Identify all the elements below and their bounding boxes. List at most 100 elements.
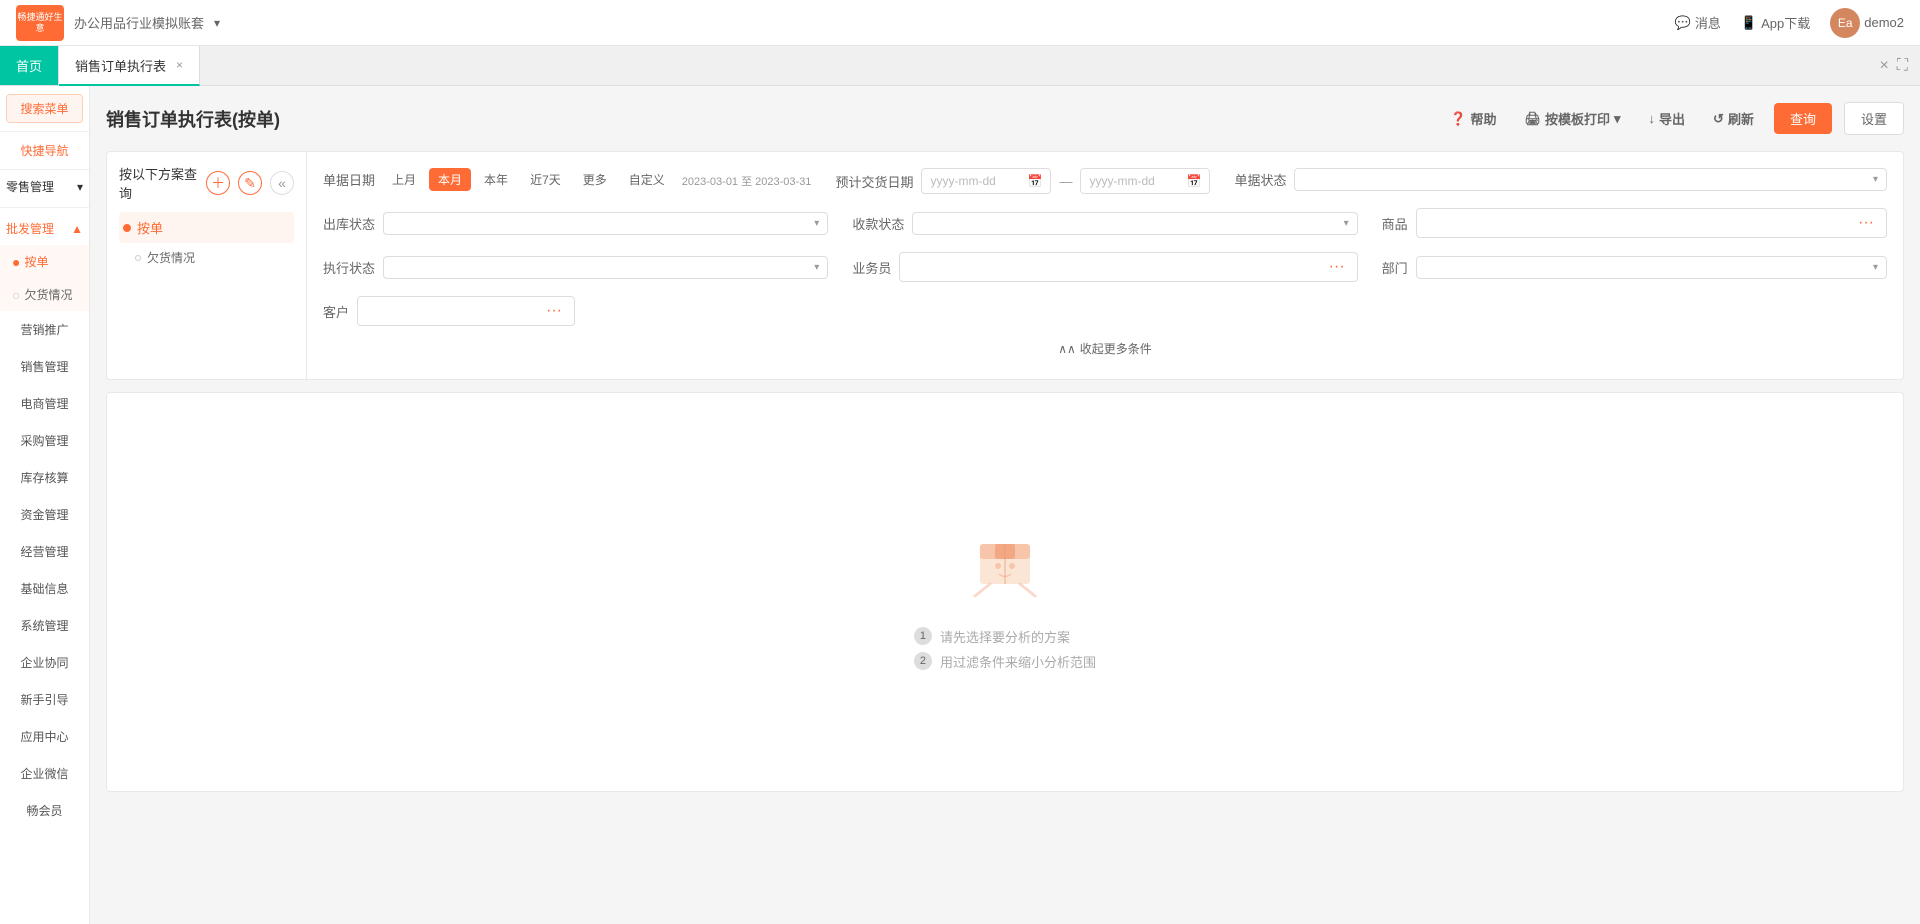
payment-status-control: ▾ xyxy=(912,212,1357,235)
dept-select[interactable]: ▾ xyxy=(1416,256,1887,279)
content-inner: 销售订单执行表(按单) ❓ 帮助 🖨 按模板打印 ▾ ↓ 导出 xyxy=(90,86,1920,808)
filter-row3: 执行状态 ▾ 业务员 xyxy=(323,252,1887,282)
sidebar-item-retail[interactable]: 零售管理 ▾ xyxy=(0,170,89,203)
7days-btn[interactable]: 近7天 xyxy=(521,168,570,191)
prev-month-btn[interactable]: 上月 xyxy=(383,168,425,191)
this-year-btn[interactable]: 本年 xyxy=(475,168,517,191)
order-status-label: 单据状态 xyxy=(1234,170,1286,189)
sidebar-sub-item-by-order[interactable]: ● 按单 xyxy=(0,245,89,278)
sidebar-sub-items: ● 按单 ○ 欠货情况 xyxy=(0,245,89,311)
tab-close-icon[interactable]: × xyxy=(176,58,183,72)
add-scheme-btn[interactable]: ＋ xyxy=(206,171,230,195)
expected-date-from[interactable]: yyyy-mm-dd 📅 xyxy=(921,168,1051,194)
quick-nav-item[interactable]: 快捷导航 xyxy=(0,138,89,163)
topbar-dropdown[interactable]: ▾ xyxy=(214,16,220,30)
filter-left-title: 按以下方案查询 ＋ ✎ « xyxy=(119,164,294,202)
exec-status-control: ▾ xyxy=(383,256,828,279)
tab-home[interactable]: 首页 xyxy=(0,46,59,85)
customer-input[interactable] xyxy=(366,304,542,319)
salesman-input-area: ··· xyxy=(899,252,1357,282)
delivery-status-select[interactable]: ▾ xyxy=(383,212,828,235)
logo: 畅捷通好生意 xyxy=(16,5,64,41)
tab-sales-order[interactable]: 销售订单执行表 × xyxy=(59,46,200,86)
collapse-arrow-icon: ∧∧ xyxy=(1058,342,1076,356)
search-menu-btn[interactable]: 搜索菜单 xyxy=(6,94,83,123)
sidebar-item-wholesale[interactable]: 批发管理 ▲ xyxy=(0,212,89,245)
customer-group: 客户 ··· xyxy=(323,296,575,326)
window-close-icon[interactable]: × xyxy=(1879,57,1888,75)
date-label: 单据日期 xyxy=(323,170,375,189)
app-label: App下载 xyxy=(1761,13,1810,32)
scheme-item-backorder[interactable]: 欠货情况 xyxy=(119,243,294,272)
exec-status-select[interactable]: ▾ xyxy=(383,256,828,279)
sidebar-item-finance[interactable]: 资金管理 xyxy=(0,496,89,533)
filter-row4: 客户 ··· xyxy=(323,296,1887,326)
print-icon: 🖨 xyxy=(1524,111,1541,127)
delivery-status-group: 出库状态 ▾ xyxy=(323,212,828,235)
delivery-status-control: ▾ xyxy=(383,212,828,235)
export-label: 导出 xyxy=(1659,109,1685,128)
expected-date-to[interactable]: yyyy-mm-dd 📅 xyxy=(1080,168,1210,194)
payment-status-group: 收款状态 ▾ xyxy=(852,212,1357,235)
collapse-panel-btn[interactable]: « xyxy=(270,171,294,195)
result-area: 1 请先选择要分析的方案 2 用过滤条件来缩小分析范围 xyxy=(106,392,1904,792)
sub-item-icon-order: ● xyxy=(12,254,20,270)
filter-left-title-text: 按以下方案查询 xyxy=(119,164,206,202)
exec-status-group: 执行状态 ▾ xyxy=(323,256,828,279)
collapse-filters-btn[interactable]: ∧∧ 收起更多条件 xyxy=(323,334,1887,363)
sidebar-item-basic-info[interactable]: 基础信息 xyxy=(0,570,89,607)
salesman-more-btn[interactable]: ··· xyxy=(1325,258,1349,276)
sidebar-item-app-center[interactable]: 应用中心 xyxy=(0,718,89,755)
sidebar-item-marketing[interactable]: 营销推广 xyxy=(0,311,89,348)
topbar-left: 畅捷通好生意 办公用品行业模拟账套 ▾ xyxy=(16,5,220,41)
help-btn[interactable]: ❓ 帮助 xyxy=(1442,105,1504,132)
page-actions: ❓ 帮助 🖨 按模板打印 ▾ ↓ 导出 ↺ 刷新 xyxy=(1442,102,1904,135)
filter-left-icons: ＋ ✎ « xyxy=(206,171,294,195)
sidebar-item-enterprise[interactable]: 企业协同 xyxy=(0,644,89,681)
topbar-right: 💬 消息 📱 App下载 Ea demo2 xyxy=(1675,8,1904,38)
refresh-btn[interactable]: ↺ 刷新 xyxy=(1705,105,1762,132)
customer-input-area: ··· xyxy=(357,296,575,326)
sidebar-item-ecommerce[interactable]: 电商管理 xyxy=(0,385,89,422)
export-btn[interactable]: ↓ 导出 xyxy=(1641,105,1694,132)
sidebar: 搜索菜单 快捷导航 零售管理 ▾ 批发管理 ▲ ● 按单 ○ 欠货情况 营销推广… xyxy=(0,86,90,924)
sidebar-item-wechat[interactable]: 企业微信 xyxy=(0,755,89,792)
sidebar-item-system[interactable]: 系统管理 xyxy=(0,607,89,644)
goods-more-btn[interactable]: ··· xyxy=(1854,214,1878,232)
page-title-text: 销售订单执行表(按单) xyxy=(106,106,280,132)
collapse-label: 收起更多条件 xyxy=(1080,340,1152,357)
sidebar-wholesale-arrow: ▲ xyxy=(71,222,83,236)
scheme-item-by-order[interactable]: 按单 xyxy=(119,212,294,243)
sidebar-item-inventory[interactable]: 库存核算 xyxy=(0,459,89,496)
sidebar-item-new-user[interactable]: 新手引导 xyxy=(0,681,89,718)
customer-label: 客户 xyxy=(323,302,349,321)
salesman-input[interactable] xyxy=(908,260,1324,275)
sidebar-item-member[interactable]: 畅会员 xyxy=(0,792,89,829)
delivery-status-label: 出库状态 xyxy=(323,214,375,233)
order-status-select[interactable]: ▾ xyxy=(1294,168,1887,191)
exec-status-arrow: ▾ xyxy=(814,262,819,273)
sidebar-sub-item-backorder[interactable]: ○ 欠货情况 xyxy=(0,278,89,311)
sidebar-item-sales[interactable]: 销售管理 xyxy=(0,348,89,385)
customer-more-btn[interactable]: ··· xyxy=(542,302,566,320)
empty-tip-1: 1 请先选择要分析的方案 xyxy=(914,627,1096,646)
edit-scheme-btn[interactable]: ✎ xyxy=(238,171,262,195)
message-btn[interactable]: 💬 消息 xyxy=(1675,13,1721,32)
sidebar-item-purchase[interactable]: 采购管理 xyxy=(0,422,89,459)
this-month-btn[interactable]: 本月 xyxy=(429,168,471,191)
app-download-btn[interactable]: 📱 App下载 xyxy=(1741,13,1810,32)
order-status-control: ▾ xyxy=(1294,168,1887,191)
sidebar-item-retail-label: 零售管理 xyxy=(6,178,54,195)
custom-btn[interactable]: 自定义 xyxy=(620,168,674,191)
message-label: 消息 xyxy=(1695,13,1721,32)
settings-btn[interactable]: 设置 xyxy=(1844,102,1904,135)
search-btn[interactable]: 查询 xyxy=(1774,103,1832,134)
window-expand-icon[interactable]: ⛶ xyxy=(1897,57,1908,75)
print-btn[interactable]: 🖨 按模板打印 ▾ xyxy=(1516,105,1628,132)
user-menu[interactable]: Ea demo2 xyxy=(1830,8,1904,38)
goods-input[interactable] xyxy=(1425,216,1854,231)
empty-state-tips: 1 请先选择要分析的方案 2 用过滤条件来缩小分析范围 xyxy=(914,627,1096,671)
payment-status-select[interactable]: ▾ xyxy=(912,212,1357,235)
sidebar-item-operations[interactable]: 经营管理 xyxy=(0,533,89,570)
more-btn[interactable]: 更多 xyxy=(574,168,616,191)
